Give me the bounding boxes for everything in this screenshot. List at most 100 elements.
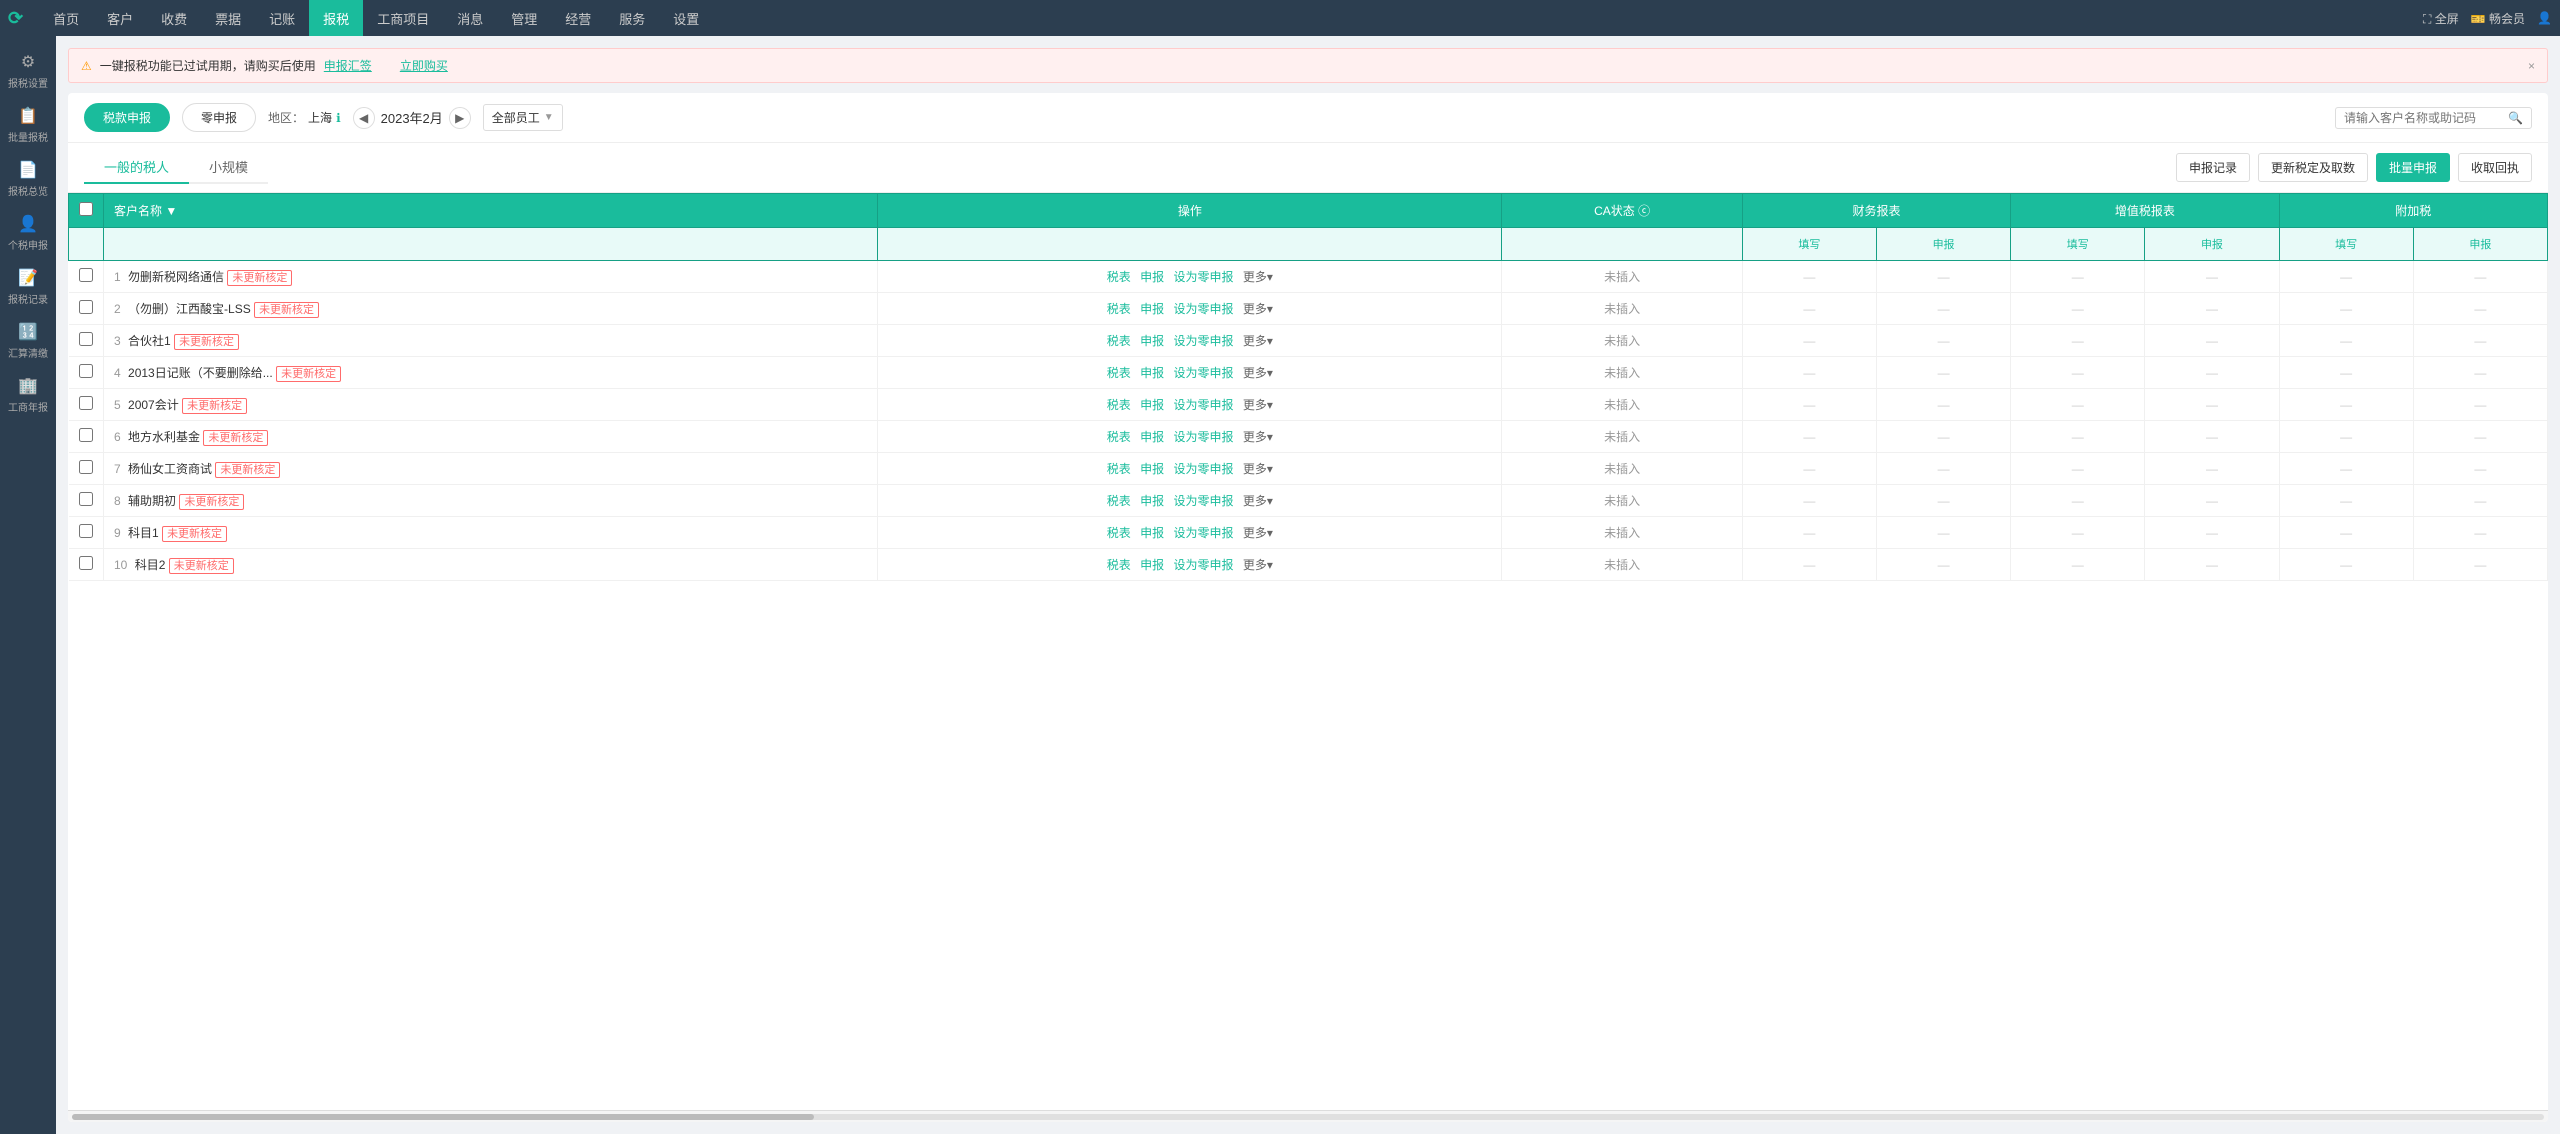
sidebar-item-annual-settlement[interactable]: 🔢 汇算清缴	[0, 314, 56, 368]
row-select-7[interactable]	[79, 460, 93, 474]
sidebar-item-batch-tax[interactable]: 📋 批量报税	[0, 98, 56, 152]
op-2-row-10[interactable]: 设为零申报	[1173, 558, 1233, 572]
op-1-row-9[interactable]: 申报	[1140, 526, 1164, 540]
op-2-row-9[interactable]: 设为零申报	[1173, 526, 1233, 540]
subtab-general[interactable]: 一般的税人	[84, 151, 189, 184]
search-input[interactable]	[2344, 111, 2504, 125]
tab-zero-declare[interactable]: 零申报	[182, 103, 256, 132]
op-more-8[interactable]: 更多▾	[1243, 494, 1273, 508]
op-0-row-6[interactable]: 税表	[1107, 430, 1131, 444]
notice-link-declare[interactable]: 申报汇签	[324, 57, 372, 74]
op-more-7[interactable]: 更多▾	[1243, 462, 1273, 476]
sidebar-item-tax-settings[interactable]: ⚙ 报税设置	[0, 44, 56, 98]
btn-batch-declare[interactable]: 批量申报	[2376, 153, 2450, 182]
bottom-scrollbar[interactable]	[68, 1110, 2548, 1122]
op-0-row-2[interactable]: 税表	[1107, 302, 1131, 316]
staff-selector[interactable]: 全部员工 ▼	[483, 104, 563, 131]
search-icon[interactable]: 🔍	[2508, 111, 2523, 125]
notice-link-buy[interactable]: 立即购买	[400, 57, 448, 74]
notice-close-btn[interactable]: ×	[2528, 59, 2535, 73]
op-2-row-8[interactable]: 设为零申报	[1173, 494, 1233, 508]
row-select-5[interactable]	[79, 396, 93, 410]
nav-operation[interactable]: 经营	[551, 0, 605, 36]
op-1-row-10[interactable]: 申报	[1140, 558, 1164, 572]
prev-month-btn[interactable]: ◀	[353, 107, 375, 129]
op-0-row-4[interactable]: 税表	[1107, 366, 1131, 380]
nav-manage[interactable]: 管理	[497, 0, 551, 36]
op-more-3[interactable]: 更多▾	[1243, 334, 1273, 348]
fullscreen-btn[interactable]: ⛶ 全屏	[2423, 10, 2459, 27]
cell-dash-7-1: —	[1938, 462, 1950, 476]
row-select-3[interactable]	[79, 332, 93, 346]
op-0-row-9[interactable]: 税表	[1107, 526, 1131, 540]
nav-customer[interactable]: 客户	[93, 0, 147, 36]
op-1-row-7[interactable]: 申报	[1140, 462, 1164, 476]
nav-fee[interactable]: 收费	[147, 0, 201, 36]
op-more-6[interactable]: 更多▾	[1243, 430, 1273, 444]
sidebar-item-tax-record[interactable]: 📝 报税记录	[0, 260, 56, 314]
op-2-row-7[interactable]: 设为零申报	[1173, 462, 1233, 476]
row-select-6[interactable]	[79, 428, 93, 442]
row-select-2[interactable]	[79, 300, 93, 314]
op-1-row-5[interactable]: 申报	[1140, 398, 1164, 412]
row-select-10[interactable]	[79, 556, 93, 570]
row-select-8[interactable]	[79, 492, 93, 506]
op-0-row-8[interactable]: 税表	[1107, 494, 1131, 508]
op-0-row-10[interactable]: 税表	[1107, 558, 1131, 572]
op-more-5[interactable]: 更多▾	[1243, 398, 1273, 412]
select-all-checkbox[interactable]	[79, 202, 93, 216]
op-0-row-1[interactable]: 税表	[1107, 270, 1131, 284]
sidebar-item-annual-report[interactable]: 🏢 工商年报	[0, 368, 56, 422]
nav-home[interactable]: 首页	[39, 0, 93, 36]
tab-tax-declare[interactable]: 税款申报	[84, 103, 170, 132]
op-1-row-3[interactable]: 申报	[1140, 334, 1164, 348]
avatar[interactable]: 👤	[2537, 11, 2552, 25]
op-1-row-6[interactable]: 申报	[1140, 430, 1164, 444]
op-0-row-5[interactable]: 税表	[1107, 398, 1131, 412]
op-1-row-1[interactable]: 申报	[1140, 270, 1164, 284]
row-select-1[interactable]	[79, 268, 93, 282]
btn-declare-record[interactable]: 申报记录	[2176, 153, 2250, 182]
op-more-1[interactable]: 更多▾	[1243, 270, 1273, 284]
op-0-row-7[interactable]: 税表	[1107, 462, 1131, 476]
info-icon[interactable]: ℹ	[336, 111, 341, 125]
row-cell-10-2: —	[2011, 549, 2145, 581]
nav-service[interactable]: 服务	[605, 0, 659, 36]
cell-dash-3-3: —	[2206, 334, 2218, 348]
nav-tax[interactable]: 报税	[309, 0, 363, 36]
btn-collect-receipt[interactable]: 收取回执	[2458, 153, 2532, 182]
op-2-row-1[interactable]: 设为零申报	[1173, 270, 1233, 284]
op-2-row-5[interactable]: 设为零申报	[1173, 398, 1233, 412]
nav-settings[interactable]: 设置	[659, 0, 713, 36]
row-cell-10-3: —	[2145, 549, 2279, 581]
subtab-small[interactable]: 小规模	[189, 151, 268, 184]
op-2-row-4[interactable]: 设为零申报	[1173, 366, 1233, 380]
row-ca-2: 未插入	[1502, 293, 1742, 325]
member-btn[interactable]: 🎫 畅会员	[2471, 10, 2525, 27]
op-0-row-3[interactable]: 税表	[1107, 334, 1131, 348]
op-more-10[interactable]: 更多▾	[1243, 558, 1273, 572]
op-2-row-2[interactable]: 设为零申报	[1173, 302, 1233, 316]
op-2-row-6[interactable]: 设为零申报	[1173, 430, 1233, 444]
op-more-2[interactable]: 更多▾	[1243, 302, 1273, 316]
op-more-4[interactable]: 更多▾	[1243, 366, 1273, 380]
op-1-row-8[interactable]: 申报	[1140, 494, 1164, 508]
op-more-9[interactable]: 更多▾	[1243, 526, 1273, 540]
op-1-row-2[interactable]: 申报	[1140, 302, 1164, 316]
row-select-4[interactable]	[79, 364, 93, 378]
op-2-row-3[interactable]: 设为零申报	[1173, 334, 1233, 348]
next-month-btn[interactable]: ▶	[449, 107, 471, 129]
row-cell-9-0: —	[1742, 517, 1876, 549]
row-select-9[interactable]	[79, 524, 93, 538]
op-1-row-4[interactable]: 申报	[1140, 366, 1164, 380]
cell-dash-7-2: —	[2072, 462, 2084, 476]
cell-dash-2-1: —	[1938, 302, 1950, 316]
nav-invoice[interactable]: 票据	[201, 0, 255, 36]
sidebar-item-tax-overview[interactable]: 📄 报税总览	[0, 152, 56, 206]
sidebar-item-personal-tax[interactable]: 👤 个税申报	[0, 206, 56, 260]
nav-message[interactable]: 消息	[443, 0, 497, 36]
btn-update-tax[interactable]: 更新税定及取数	[2258, 153, 2368, 182]
row-status-tag-5: 未更新核定	[182, 398, 247, 414]
nav-accounting[interactable]: 记账	[255, 0, 309, 36]
nav-business[interactable]: 工商项目	[363, 0, 443, 36]
